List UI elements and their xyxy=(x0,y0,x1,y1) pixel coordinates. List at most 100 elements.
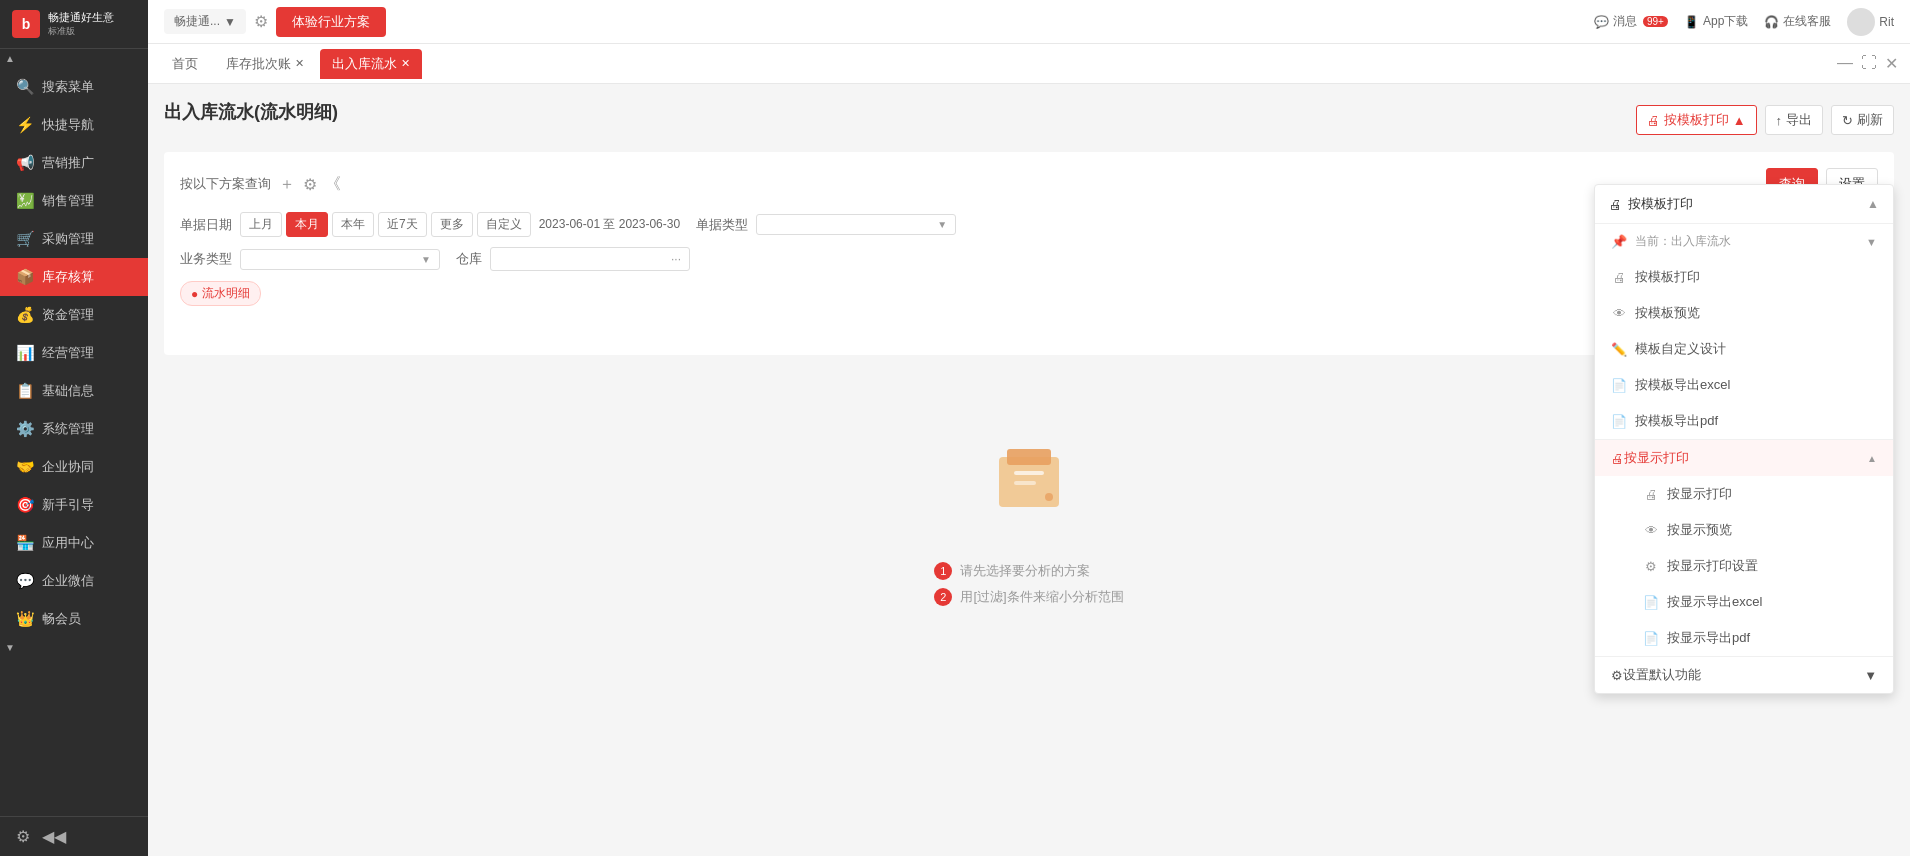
filter-tag-item[interactable]: ● 流水明细 xyxy=(180,281,261,306)
template-custom-label: 模板自定义设计 xyxy=(1635,340,1726,358)
export-icon: ↑ xyxy=(1776,113,1783,128)
sidebar-item-label: 企业协同 xyxy=(42,458,94,476)
display-section-header[interactable]: 🖨 按显示打印 ▲ xyxy=(1595,440,1893,476)
biz-type-select[interactable]: ▼ xyxy=(240,249,440,270)
header-right: 💬 消息 99+ 📱 App下载 🎧 在线客服 Rit xyxy=(1594,8,1894,36)
settings-bottom-icon[interactable]: ⚙ xyxy=(16,827,30,846)
add-filter-btn[interactable]: ＋ xyxy=(279,174,295,195)
filter-collapse-icon[interactable]: 《 xyxy=(325,174,341,195)
print-dropdown-panel: 🖨 按模板打印 ▲ 📌 当前：出入库流水 ▼ 🖨 按模板打印 👁 xyxy=(1594,184,1894,694)
dropdown-item-display-print[interactable]: 🖨 按显示打印 xyxy=(1595,476,1893,512)
dropdown-footer[interactable]: ⚙ 设置默认功能 ▼ xyxy=(1595,656,1893,693)
date-btn-this-month[interactable]: 本月 xyxy=(286,212,328,237)
message-action[interactable]: 💬 消息 99+ xyxy=(1594,13,1668,30)
sidebar-item-purchase[interactable]: 🛒 采购管理 xyxy=(0,220,148,258)
settings-gear-icon[interactable]: ⚙ xyxy=(254,12,268,31)
sidebar-item-guide[interactable]: 🎯 新手引导 xyxy=(0,486,148,524)
sidebar-item-search[interactable]: 🔍 搜索菜单 xyxy=(0,68,148,106)
sidebar-item-inventory[interactable]: 📦 库存核算 xyxy=(0,258,148,296)
warehouse-label: 仓库 xyxy=(456,250,482,268)
tab-maximize-icon[interactable]: ⛶ xyxy=(1861,54,1877,73)
logo-badge: 标准版 xyxy=(48,25,114,38)
user-profile[interactable]: Rit xyxy=(1847,8,1894,36)
display-settings-label: 按显示打印设置 xyxy=(1667,557,1758,575)
print-template-btn[interactable]: 🖨 按模板打印 ▲ xyxy=(1636,105,1757,135)
dropdown-item-display-excel[interactable]: 📄 按显示导出excel xyxy=(1595,584,1893,620)
search-icon: 🔍 xyxy=(16,78,34,96)
tab-close-all-icon[interactable]: ✕ xyxy=(1885,54,1898,73)
sidebar-item-label: 采购管理 xyxy=(42,230,94,248)
page-header: 出入库流水(流水明细) 🖨 按模板打印 ▲ ↑ 导出 ↻ 刷新 xyxy=(164,100,1894,140)
date-btn-more[interactable]: 更多 xyxy=(431,212,473,237)
header-left: 畅捷通... ▼ ⚙ 体验行业方案 xyxy=(164,7,386,37)
sidebar-item-wechat[interactable]: 💬 企业微信 xyxy=(0,562,148,600)
dropdown-current-label-row: 📌 当前：出入库流水 ▼ xyxy=(1595,224,1893,259)
date-btn-custom[interactable]: 自定义 xyxy=(477,212,531,237)
page-title: 出入库流水(流水明细) xyxy=(164,100,338,124)
tab-flow-close-icon[interactable]: ✕ xyxy=(401,57,410,70)
tab-home[interactable]: 首页 xyxy=(160,49,210,79)
sidebar-item-member[interactable]: 👑 畅会员 xyxy=(0,600,148,638)
tab-batch-account[interactable]: 库存批次账 ✕ xyxy=(214,49,316,79)
empty-step-1: 1 请先选择要分析的方案 xyxy=(934,562,1123,580)
filter-settings-icon[interactable]: ⚙ xyxy=(303,175,317,194)
dropdown-item-template-pdf[interactable]: 📄 按模板导出pdf xyxy=(1595,403,1893,439)
sidebar-item-basic[interactable]: 📋 基础信息 xyxy=(0,372,148,410)
dropdown-collapse-icon[interactable]: ▲ xyxy=(1867,197,1879,211)
display-items-group: 🖨 按显示打印 👁 按显示预览 ⚙ 按显示打印设置 📄 按显示导出excel xyxy=(1595,476,1893,656)
tab-flow[interactable]: 出入库流水 ✕ xyxy=(320,49,422,79)
sidebar-nav: ▲ 🔍 搜索菜单 ⚡ 快捷导航 📢 营销推广 💹 销售管理 🛒 采购管理 📦 库… xyxy=(0,49,148,816)
display-pdf-label: 按显示导出pdf xyxy=(1667,629,1750,647)
scroll-up-btn[interactable]: ▲ xyxy=(0,49,20,68)
sidebar-item-quick-nav[interactable]: ⚡ 快捷导航 xyxy=(0,106,148,144)
display-excel-label: 按显示导出excel xyxy=(1667,593,1762,611)
sidebar-item-label: 企业微信 xyxy=(42,572,94,590)
date-btn-this-year[interactable]: 本年 xyxy=(332,212,374,237)
sidebar-item-marketing[interactable]: 📢 营销推广 xyxy=(0,144,148,182)
industry-btn[interactable]: 体验行业方案 xyxy=(276,7,386,37)
dropdown-item-template-print[interactable]: 🖨 按模板打印 xyxy=(1595,259,1893,295)
template-preview-icon: 👁 xyxy=(1611,305,1627,321)
tab-batch-account-label: 库存批次账 xyxy=(226,55,291,73)
user-selector[interactable]: 畅捷通... ▼ xyxy=(164,9,246,34)
tab-expand: — ⛶ ✕ xyxy=(1837,54,1898,73)
appstore-icon: 🏪 xyxy=(16,534,34,552)
date-btn-last-month[interactable]: 上月 xyxy=(240,212,282,237)
sidebar-item-appstore[interactable]: 🏪 应用中心 xyxy=(0,524,148,562)
print-arrow-up-icon: ▲ xyxy=(1733,113,1746,128)
tab-minimize-icon[interactable]: — xyxy=(1837,54,1853,73)
type-select[interactable]: ▼ xyxy=(756,214,956,235)
tabs-bar: 首页 库存批次账 ✕ 出入库流水 ✕ — ⛶ ✕ xyxy=(148,44,1910,84)
sidebar-item-system[interactable]: ⚙️ 系统管理 xyxy=(0,410,148,448)
sales-icon: 💹 xyxy=(16,192,34,210)
display-settings-icon: ⚙ xyxy=(1643,558,1659,574)
warehouse-select[interactable]: ··· xyxy=(490,247,690,271)
dropdown-item-template-preview[interactable]: 👁 按模板预览 xyxy=(1595,295,1893,331)
sidebar-item-finance[interactable]: 💰 资金管理 xyxy=(0,296,148,334)
sidebar-item-label: 新手引导 xyxy=(42,496,94,514)
step-1-num: 1 xyxy=(934,562,952,580)
tab-batch-account-close-icon[interactable]: ✕ xyxy=(295,57,304,70)
dropdown-item-template-excel[interactable]: 📄 按模板导出excel xyxy=(1595,367,1893,403)
display-preview-label: 按显示预览 xyxy=(1667,521,1732,539)
page-content: 出入库流水(流水明细) 🖨 按模板打印 ▲ ↑ 导出 ↻ 刷新 xyxy=(148,84,1910,856)
user-selector-arrow-icon: ▼ xyxy=(224,15,236,29)
dropdown-item-display-pdf[interactable]: 📄 按显示导出pdf xyxy=(1595,620,1893,656)
print-icon: 🖨 xyxy=(1647,113,1660,128)
dropdown-item-template-custom[interactable]: ✏️ 模板自定义设计 xyxy=(1595,331,1893,367)
dropdown-item-display-preview[interactable]: 👁 按显示预览 xyxy=(1595,512,1893,548)
export-btn[interactable]: ↑ 导出 xyxy=(1765,105,1824,135)
dropdown-item-display-settings[interactable]: ⚙ 按显示打印设置 xyxy=(1595,548,1893,584)
collapse-sidebar-btn[interactable]: ◀◀ xyxy=(42,827,66,846)
display-pdf-icon: 📄 xyxy=(1643,630,1659,646)
svg-point-4 xyxy=(1045,493,1053,501)
date-btn-last-7-days[interactable]: 近7天 xyxy=(378,212,427,237)
sidebar-item-operation[interactable]: 📊 经营管理 xyxy=(0,334,148,372)
sidebar-item-sales[interactable]: 💹 销售管理 xyxy=(0,182,148,220)
dropdown-print-icon: 🖨 xyxy=(1609,197,1622,212)
customer-service-action[interactable]: 🎧 在线客服 xyxy=(1764,13,1831,30)
sidebar-item-collab[interactable]: 🤝 企业协同 xyxy=(0,448,148,486)
scroll-down-btn[interactable]: ▼ xyxy=(0,638,20,657)
app-download-action[interactable]: 📱 App下载 xyxy=(1684,13,1748,30)
refresh-btn[interactable]: ↻ 刷新 xyxy=(1831,105,1894,135)
